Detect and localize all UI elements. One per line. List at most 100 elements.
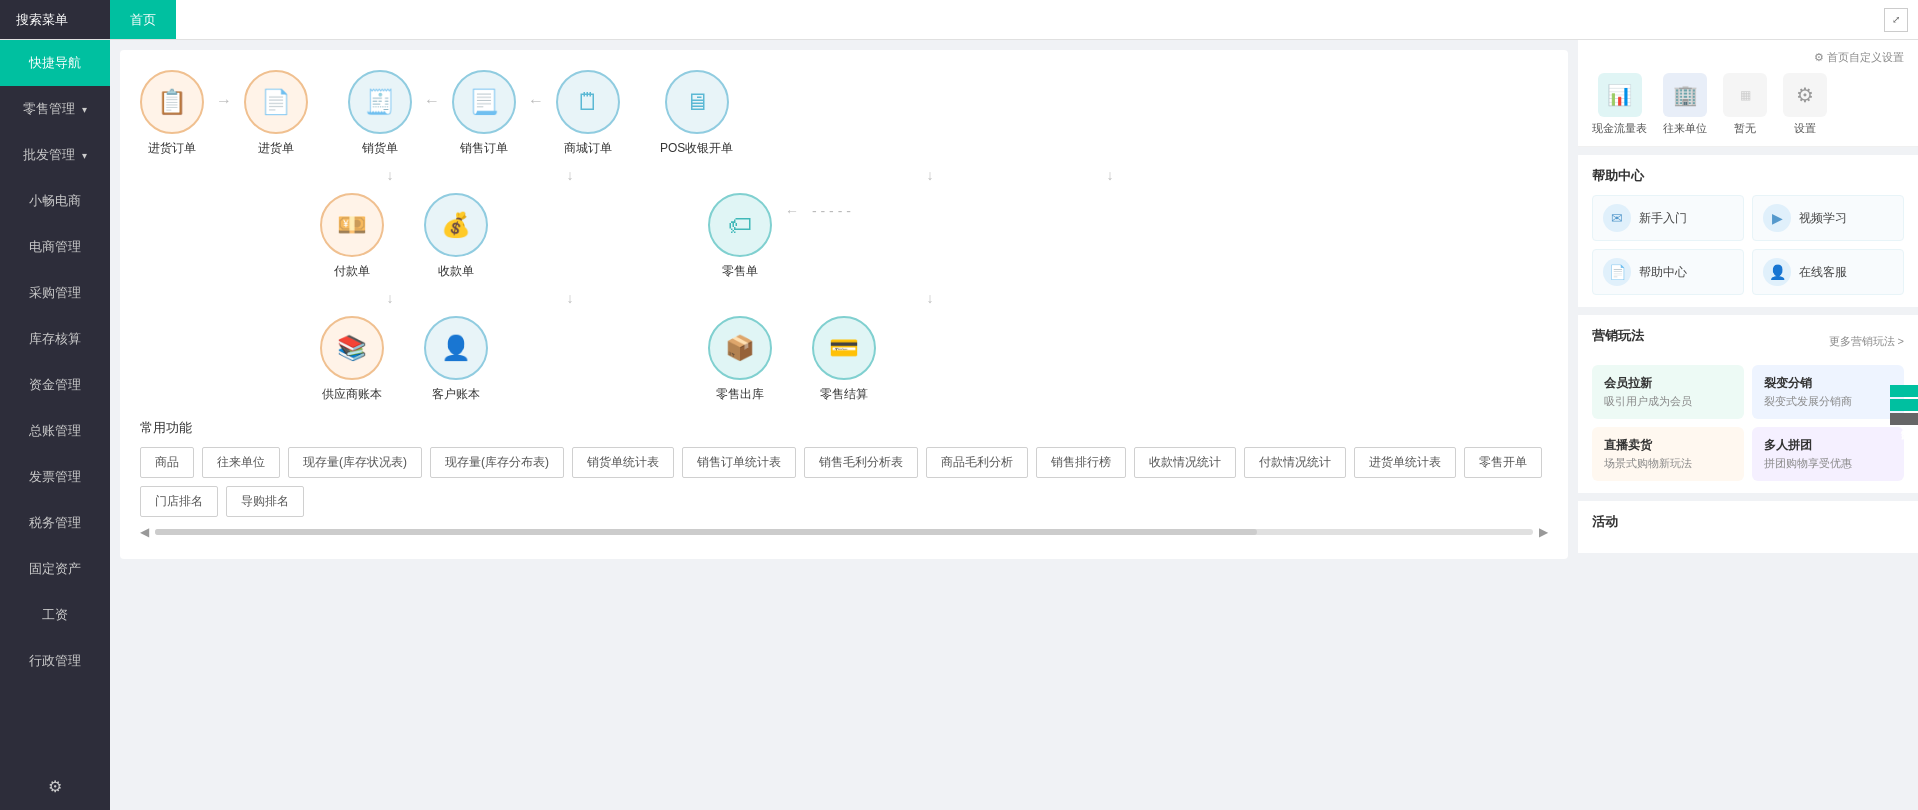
qa-item-empty[interactable]: ▦ 暂无 xyxy=(1723,73,1767,136)
scrollbar-track[interactable] xyxy=(155,529,1533,535)
pos-icon: 🖥 xyxy=(665,70,729,134)
sidebar-item-ledger[interactable]: 总账管理 xyxy=(0,408,110,454)
gysc-icon: 📚 xyxy=(320,316,384,380)
customize-link[interactable]: ⚙ 首页自定义设置 xyxy=(1814,50,1904,65)
help-icon: 📄 xyxy=(1603,258,1631,286)
func-btn-units[interactable]: 往来单位 xyxy=(202,447,280,478)
func-btn-profit2[interactable]: 商品毛利分析 xyxy=(926,447,1028,478)
flow-node-gysc[interactable]: 📚 供应商账本 xyxy=(320,316,384,403)
flow-row-2: 💴 付款单 💰 收款单 🏷 零售单 xyxy=(140,193,1548,280)
flow-node-fks[interactable]: 💴 付款单 xyxy=(320,193,384,280)
mkt-item-live[interactable]: 直播卖货 场景式购物新玩法 xyxy=(1592,427,1744,481)
func-btn-stock1[interactable]: 现存量(库存状况表) xyxy=(288,447,422,478)
expand-button[interactable]: ⤢ xyxy=(1884,8,1908,32)
qa-item-partners[interactable]: 🏢 往来单位 xyxy=(1663,73,1707,136)
func-btn-retail-order[interactable]: 零售开单 xyxy=(1464,447,1542,478)
flow-node-jhtd[interactable]: 📋 进货订单 xyxy=(140,70,204,157)
sidebar-item-quicknav[interactable]: 快捷导航 xyxy=(0,40,110,86)
xhs-icon: 🧾 xyxy=(348,70,412,134)
jhs-icon: 📄 xyxy=(244,70,308,134)
sidebar-item-wholesale[interactable]: 批发管理 ▾ xyxy=(0,132,110,178)
mkt-item-group[interactable]: 多人拼团 拼团购物享受优惠 xyxy=(1752,427,1904,481)
help-item-help[interactable]: 📄 帮助中心 xyxy=(1592,249,1744,295)
mkt-fission-desc: 裂变式发展分销商 xyxy=(1764,394,1892,409)
mkt-live-title: 直播卖货 xyxy=(1604,437,1732,454)
scroll-right-arrow[interactable]: ▶ xyxy=(1539,525,1548,539)
fks-icon: 💴 xyxy=(320,193,384,257)
func-btn-stock2[interactable]: 现存量(库存分布表) xyxy=(430,447,564,478)
flow-node-ls[interactable]: 🏷 零售单 xyxy=(708,193,772,280)
sidebar-item-admin[interactable]: 行政管理 xyxy=(0,638,110,684)
sidebar-item-ecommerce[interactable]: 电商管理 xyxy=(0,224,110,270)
func-btn-receipt[interactable]: 收款情况统计 xyxy=(1134,447,1236,478)
sidebar-item-purchase[interactable]: 采购管理 xyxy=(0,270,110,316)
activity-title: 活动 xyxy=(1592,513,1904,531)
help-item-beginner[interactable]: ✉ 新手入门 xyxy=(1592,195,1744,241)
khzb-icon: 👤 xyxy=(424,316,488,380)
jhs-label: 进货单 xyxy=(258,140,294,157)
mkt-item-fission[interactable]: 裂变分销 裂变式发展分销商 xyxy=(1752,365,1904,419)
qa-item-settings[interactable]: ⚙ 设置 xyxy=(1783,73,1827,136)
sidebar-item-ecommerce-small[interactable]: 小畅电商 xyxy=(0,178,110,224)
ls-label: 零售单 xyxy=(722,263,758,280)
func-btn-rank[interactable]: 销售排行榜 xyxy=(1036,447,1126,478)
marketing-header: 营销玩法 更多营销玩法 > xyxy=(1592,327,1904,355)
float-btn-desktop[interactable]: 桌面快捷 xyxy=(1890,413,1918,425)
sidebar-item-inventory[interactable]: 库存核算 xyxy=(0,316,110,362)
sidebar-item-tax[interactable]: 税务管理 xyxy=(0,500,110,546)
tab-home[interactable]: 首页 xyxy=(110,0,176,39)
flow-row-3: 📚 供应商账本 👤 客户账本 📦 零售出库 xyxy=(140,316,1548,403)
help-item-support[interactable]: 👤 在线客服 xyxy=(1752,249,1904,295)
sidebar-item-salary[interactable]: 工资 xyxy=(0,592,110,638)
sidebar-item-retail[interactable]: 零售管理 ▾ xyxy=(0,86,110,132)
gear-icon[interactable]: ⚙ xyxy=(0,763,110,810)
flow-node-xhs[interactable]: 🧾 销货单 xyxy=(348,70,412,157)
func-btn-goods[interactable]: 商品 xyxy=(140,447,194,478)
sidebar-item-invoice[interactable]: 发票管理 xyxy=(0,454,110,500)
sidebar-item-finance[interactable]: 资金管理 xyxy=(0,362,110,408)
func-btn-order-stat[interactable]: 销售订单统计表 xyxy=(682,447,796,478)
scroll-left-arrow[interactable]: ◀ xyxy=(140,525,149,539)
flow-diagram: 📋 进货订单 → 📄 进货单 🧾 销货单 ← xyxy=(140,70,1548,403)
search-menu[interactable]: 搜索菜单 xyxy=(0,0,110,39)
xstd-icon: 📃 xyxy=(452,70,516,134)
flow-node-lsck[interactable]: 📦 零售出库 xyxy=(708,316,772,403)
help-item-video[interactable]: ▶ 视频学习 xyxy=(1752,195,1904,241)
jhtd-icon: 📋 xyxy=(140,70,204,134)
flow-arrows-1: ↓ ↓ ↓ ↓ xyxy=(140,167,1548,183)
flow-node-lsjs[interactable]: 💳 零售结算 xyxy=(812,316,876,403)
flow-node-pos[interactable]: 🖥 POS收银开单 xyxy=(660,70,733,157)
jhtd-label: 进货订单 xyxy=(148,140,196,157)
arrow-down-sks: ↓ xyxy=(500,290,640,306)
func-btn-profit1[interactable]: 销售毛利分析表 xyxy=(804,447,918,478)
func-btn-payment[interactable]: 付款情况统计 xyxy=(1244,447,1346,478)
flow-node-sks[interactable]: 💰 收款单 xyxy=(424,193,488,280)
sidebar-item-assets[interactable]: 固定资产 xyxy=(0,546,110,592)
func-btn-guide-rank[interactable]: 导购排名 xyxy=(226,486,304,517)
quick-nav-card: 📋 进货订单 → 📄 进货单 🧾 销货单 ← xyxy=(120,50,1568,559)
content-area: 📋 进货订单 → 📄 进货单 🧾 销货单 ← xyxy=(110,40,1918,810)
sctd-label: 商城订单 xyxy=(564,140,612,157)
flow-row-1: 📋 进货订单 → 📄 进货单 🧾 销货单 ← xyxy=(140,70,1548,157)
flow-node-khzb[interactable]: 👤 客户账本 xyxy=(424,316,488,403)
activity-section: 活动 xyxy=(1578,501,1918,553)
common-funcs: 常用功能 商品 往来单位 现存量(库存状况表) 现存量(库存分布表) 销货单统计… xyxy=(140,419,1548,517)
flow-node-jhs[interactable]: 📄 进货单 xyxy=(244,70,308,157)
flow-node-sctd[interactable]: 🗒 商城订单 xyxy=(556,70,620,157)
arrow-down-ls: ↓ xyxy=(860,290,1000,306)
mkt-item-member[interactable]: 会员拉新 吸引用户成为会员 xyxy=(1592,365,1744,419)
float-btn-community[interactable]: 服务社区 xyxy=(1890,399,1918,411)
lsjs-label: 零售结算 xyxy=(820,386,868,403)
float-btn-service[interactable]: 客服热线 xyxy=(1890,385,1918,397)
func-btn-store-rank[interactable]: 门店排名 xyxy=(140,486,218,517)
flow-node-xstd[interactable]: 📃 销售订单 xyxy=(452,70,516,157)
func-btn-sales-stat[interactable]: 销货单统计表 xyxy=(572,447,674,478)
arrow-down-fks: ↓ xyxy=(320,290,460,306)
marketing-grid: 会员拉新 吸引用户成为会员 裂变分销 裂变式发展分销商 直播卖货 场景式购物新玩… xyxy=(1592,365,1904,481)
more-marketing-link[interactable]: 更多营销玩法 > xyxy=(1829,334,1904,349)
func-grid: 商品 往来单位 现存量(库存状况表) 现存量(库存分布表) 销货单统计表 销售订… xyxy=(140,447,1548,517)
func-btn-purchase-stat[interactable]: 进货单统计表 xyxy=(1354,447,1456,478)
qa-item-cashflow[interactable]: 📊 现金流量表 xyxy=(1592,73,1647,136)
video-label: 视频学习 xyxy=(1799,210,1847,227)
main-layout: 快捷导航 零售管理 ▾ 批发管理 ▾ 小畅电商 电商管理 采购管理 库存核算 资… xyxy=(0,40,1918,810)
